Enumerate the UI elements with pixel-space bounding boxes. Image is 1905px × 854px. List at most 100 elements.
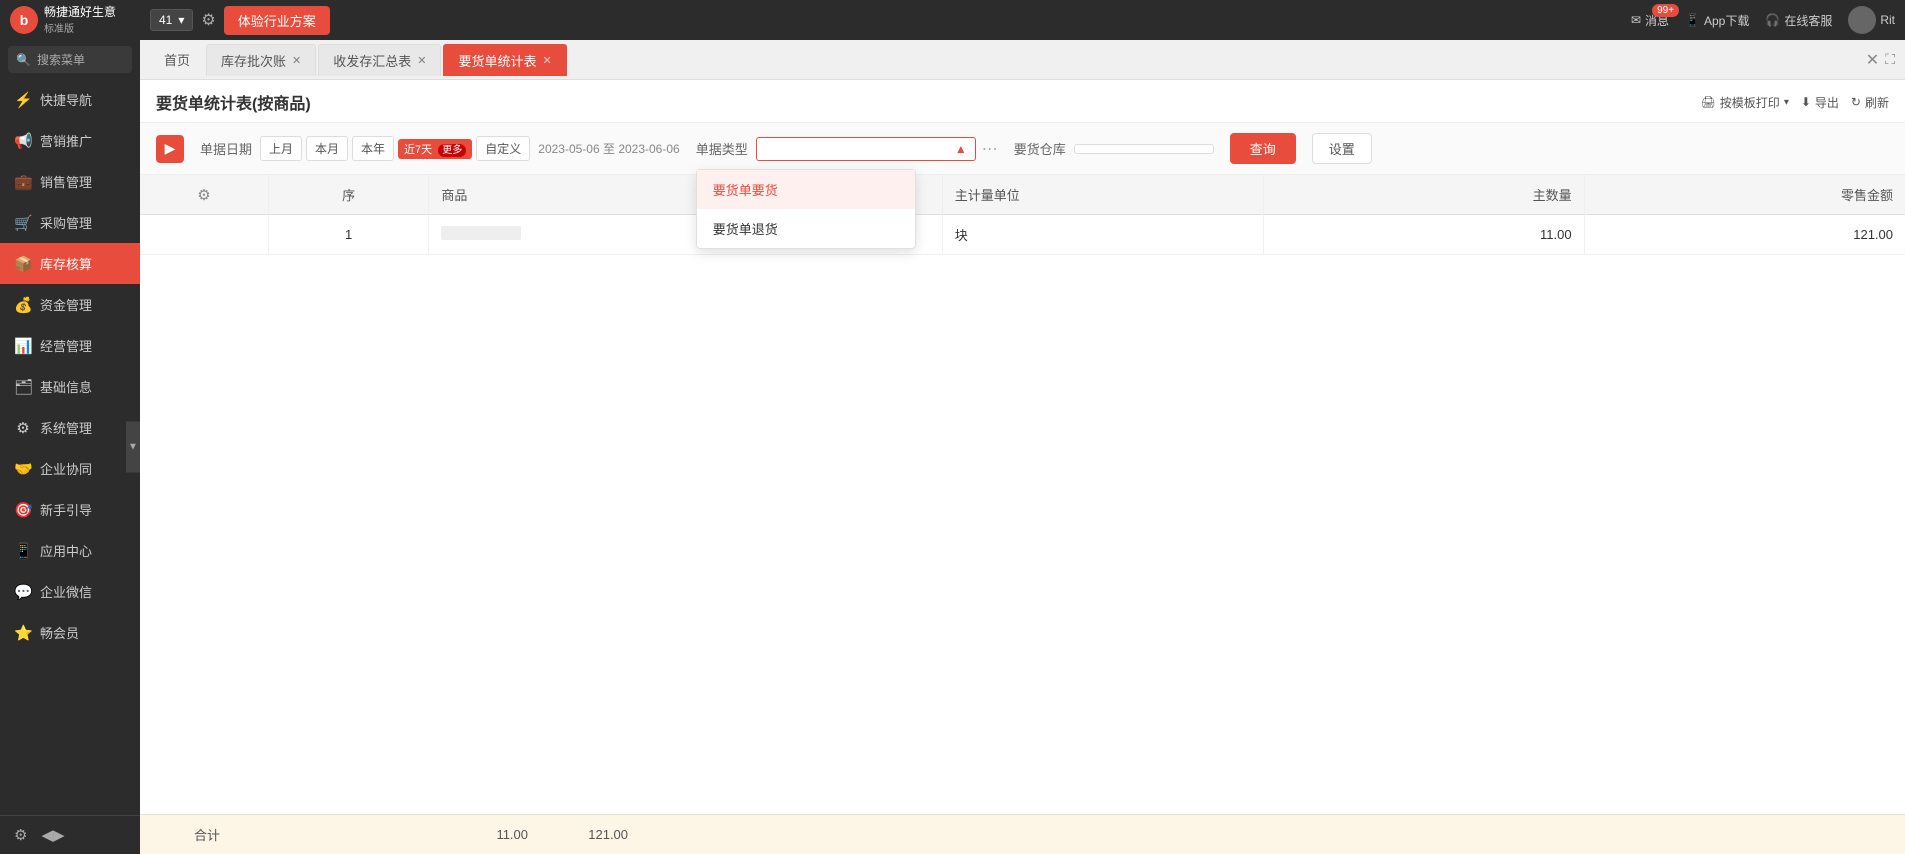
sidebar-item-inventory[interactable]: 📦 库存核算	[0, 243, 140, 284]
sidebar: 🔍 搜索菜单 ⚡ 快捷导航 📢 营销推广 💼 销售管理 🛒 采购管理 📦 库存核…	[0, 40, 140, 854]
print-icon: 🖨	[1701, 95, 1716, 109]
sidebar-item-guide[interactable]: 🎯 新手引导	[0, 489, 140, 530]
sidebar-scroll[interactable]: ▼	[126, 422, 140, 473]
export-icon: ⬇	[1801, 95, 1811, 109]
sidebar-label-wechat: 企业微信	[40, 582, 92, 601]
tabs-right: ✕ ⛶	[1866, 50, 1895, 70]
sidebar-item-appstore[interactable]: 📱 应用中心	[0, 530, 140, 571]
date-btn-last-month[interactable]: 上月	[260, 136, 302, 161]
type-label: 单据类型	[696, 139, 748, 158]
tab-inventory-batch[interactable]: 库存批次账 ✕	[206, 44, 316, 76]
tab-order-stats-close[interactable]: ✕	[543, 54, 552, 67]
settings-bottom-icon[interactable]: ⚙	[14, 826, 27, 844]
sidebar-item-enterprise[interactable]: 🤝 企业协同	[0, 448, 140, 489]
date-more-badge: 更多	[438, 144, 466, 157]
enterprise-icon: 🤝	[14, 460, 32, 478]
logo-text-group: 畅捷通好生意 标准版	[44, 5, 116, 34]
tab-home-label: 首页	[164, 50, 190, 69]
row-settings-cell	[140, 215, 268, 255]
date-btn-this-month[interactable]: 本月	[306, 136, 348, 161]
service-icon: 🎧	[1765, 13, 1780, 27]
print-btn[interactable]: 🖨 按模板打印 ▾	[1701, 94, 1789, 111]
system-icon: ⚙	[14, 419, 32, 437]
tabs-bar: 首页 库存批次账 ✕ 收发存汇总表 ✕ 要货单统计表 ✕ ✕ ⛶	[140, 40, 1905, 80]
date-btn-custom[interactable]: 自定义	[476, 136, 530, 161]
tab-expand[interactable]: ⛶	[1885, 51, 1895, 68]
dropdown-return-label: 要货单退货	[713, 222, 778, 237]
type-filter-group: 单据类型 ▲ ⋯ 要货单要货 要货单退货	[696, 137, 998, 161]
tab-home[interactable]: 首页	[150, 44, 204, 75]
tab-inventory-batch-close[interactable]: ✕	[292, 54, 301, 67]
sidebar-item-system[interactable]: ⚙ 系统管理	[0, 407, 140, 448]
col-header-qty: 主数量	[1263, 175, 1584, 215]
settings-icon[interactable]: ⚙	[201, 10, 215, 30]
dropdown-order-label: 要货单要货	[713, 183, 778, 198]
logo-icon: b	[10, 6, 38, 34]
sidebar-item-member[interactable]: ⭐ 畅会员	[0, 612, 140, 653]
sidebar-item-quick-nav[interactable]: ⚡ 快捷导航	[0, 79, 140, 120]
sidebar-item-basic[interactable]: 🗂 基础信息	[0, 366, 140, 407]
header-center: 41 ▾ ⚙ 体验行业方案	[150, 6, 1631, 35]
sidebar-item-operations[interactable]: 📊 经营管理	[0, 325, 140, 366]
col-header-amount: 零售金额	[1584, 175, 1905, 215]
page-title: 要货单统计表(按商品)	[156, 90, 311, 114]
table-row: 1 块 11.00 121.0	[140, 215, 1905, 255]
app-sub: 标准版	[44, 20, 116, 35]
warehouse-label: 要货仓库	[1014, 139, 1066, 158]
user-avatar[interactable]: Rit	[1848, 6, 1895, 34]
tab-stock-summary-close[interactable]: ✕	[417, 54, 426, 67]
user-name: Rit	[1880, 13, 1895, 27]
service-btn[interactable]: 🎧 在线客服	[1765, 12, 1832, 29]
tab-order-stats[interactable]: 要货单统计表 ✕	[443, 44, 566, 76]
service-label: 在线客服	[1784, 12, 1832, 29]
col-settings-icon[interactable]: ⚙	[197, 187, 210, 204]
marketing-icon: 📢	[14, 132, 32, 150]
dropdown-item-return[interactable]: 要货单退货	[697, 209, 915, 248]
search-menu-label: 搜索菜单	[37, 51, 85, 68]
print-dropdown-icon: ▾	[1784, 97, 1789, 108]
warehouse-select[interactable]	[1074, 144, 1214, 154]
dropdown-item-order[interactable]: 要货单要货	[697, 170, 915, 209]
query-button[interactable]: 查询	[1230, 133, 1296, 164]
date-btn-recent7[interactable]: 近7天 更多	[398, 139, 472, 159]
filter-expand-btn[interactable]: ▶	[156, 135, 184, 163]
sidebar-item-finance[interactable]: 💰 资金管理	[0, 284, 140, 325]
row-num-cell: 1	[268, 215, 428, 255]
inventory-icon: 📦	[14, 255, 32, 273]
settings-button[interactable]: 设置	[1312, 133, 1372, 164]
content-area: 首页 库存批次账 ✕ 收发存汇总表 ✕ 要货单统计表 ✕ ✕ ⛶ 要货	[140, 40, 1905, 854]
sidebar-label-enterprise: 企业协同	[40, 459, 92, 478]
messages-badge: 99+	[1652, 4, 1679, 17]
footer-qty: 11.00	[440, 827, 540, 842]
col-header-unit: 主计量单位	[942, 175, 1263, 215]
type-select[interactable]: ▲	[756, 137, 976, 161]
app-download-btn[interactable]: 📱 App下载	[1685, 12, 1749, 29]
sidebar-item-marketing[interactable]: 📢 营销推广	[0, 120, 140, 161]
tab-inventory-batch-label: 库存批次账	[221, 51, 286, 70]
date-btn-this-year[interactable]: 本年	[352, 136, 394, 161]
trial-button[interactable]: 体验行业方案	[224, 6, 330, 35]
sidebar-item-sales[interactable]: 💼 销售管理	[0, 161, 140, 202]
sidebar-item-wechat[interactable]: 💬 企业微信	[0, 571, 140, 612]
col-header-num: 序	[268, 175, 428, 215]
tab-stock-summary[interactable]: 收发存汇总表 ✕	[318, 44, 441, 76]
app-icon: 📱	[1685, 13, 1700, 27]
refresh-btn[interactable]: ↻ 刷新	[1851, 94, 1889, 111]
quick-nav-icon: ⚡	[14, 91, 32, 109]
collapse-icon[interactable]: ◀▶	[41, 826, 64, 844]
basic-icon: 🗂	[14, 378, 32, 396]
purchase-icon: 🛒	[14, 214, 32, 232]
tab-close-all[interactable]: ✕	[1866, 50, 1879, 70]
header-right: ✉ 消息 99+ 📱 App下载 🎧 在线客服 Rit	[1631, 6, 1895, 34]
col-header-settings[interactable]: ⚙	[140, 175, 268, 215]
export-btn[interactable]: ⬇ 导出	[1801, 94, 1839, 111]
search-menu[interactable]: 🔍 搜索菜单	[8, 46, 132, 73]
warehouse-filter-group: 要货仓库	[1014, 139, 1214, 158]
export-label: 导出	[1815, 94, 1839, 111]
messages-btn[interactable]: ✉ 消息 99+	[1631, 12, 1669, 29]
sidebar-item-purchase[interactable]: 🛒 采购管理	[0, 202, 140, 243]
store-selector[interactable]: 41 ▾	[150, 9, 193, 31]
row-amount-cell: 121.00	[1584, 215, 1905, 255]
type-select-wrap: ▲ ⋯	[756, 137, 998, 161]
type-more-icon[interactable]: ⋯	[982, 139, 998, 159]
